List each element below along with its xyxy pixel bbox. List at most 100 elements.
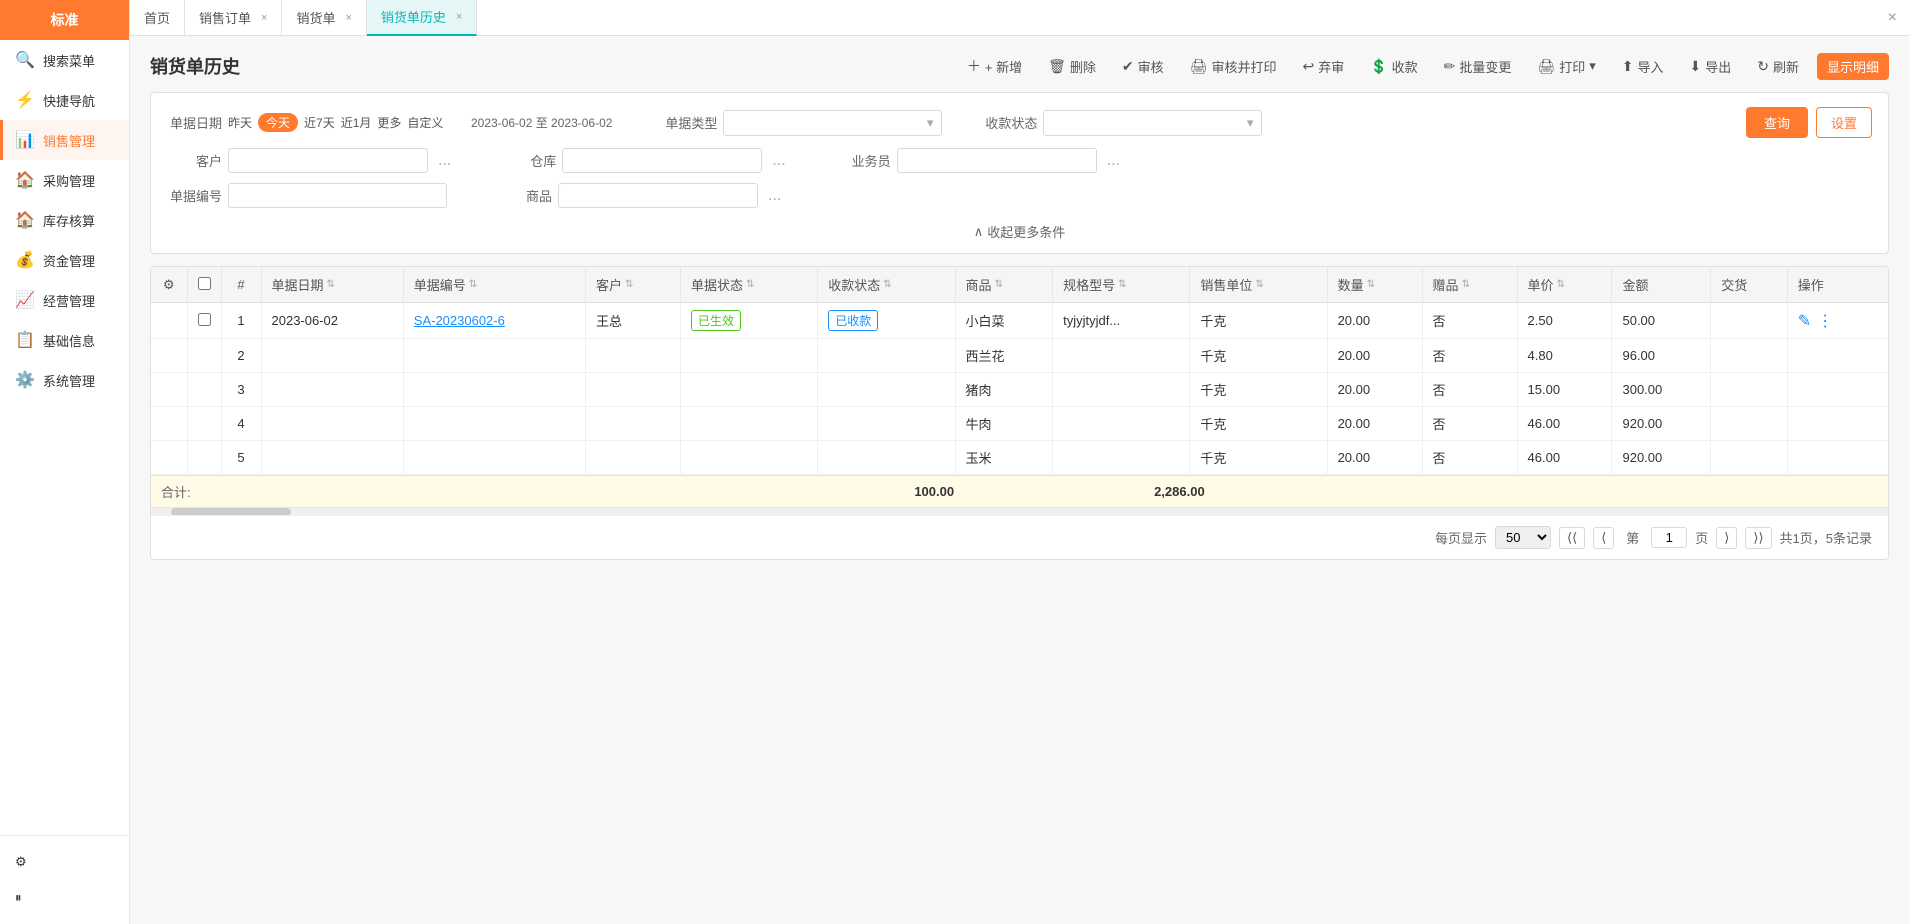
td-collect-status [818,407,955,441]
tab-sales-goods-history[interactable]: 销货单历史 × [367,0,477,36]
td-goods: 小白菜 [955,303,1053,339]
td-settings [151,407,187,441]
abandon-btn[interactable]: ↩ 弃审 [1294,53,1352,80]
warehouse-ellipsis[interactable]: ... [772,152,785,170]
shortcut-today[interactable]: 今天 [258,113,298,132]
sidebar-item-purchase-mgmt[interactable]: 🏠 采购管理 [0,160,129,200]
filter-customer-input[interactable] [228,148,428,173]
audit-print-btn[interactable]: 🖨 审核并打印 [1182,53,1285,80]
filter-docno-input[interactable] [228,183,447,208]
sidebar-item-sys-mgmt[interactable]: ⚙️ 系统管理 [0,360,129,400]
edit-action-btn[interactable]: ✎ [1798,313,1811,330]
sidebar-settings-btn[interactable]: ⚙ [0,844,129,880]
goods-ellipsis[interactable]: ... [768,187,781,205]
sidebar-item-basic-info[interactable]: 📋 基础信息 [0,320,129,360]
sidebar-item-quick-nav[interactable]: ⚡ 快捷导航 [0,80,129,120]
more-action-btn[interactable]: ⋮ [1817,313,1833,330]
filter-goods-input[interactable] [558,183,758,208]
th-qty[interactable]: 数量⇅ [1327,267,1422,303]
settings-bottom-icon: ⚙ [15,854,27,870]
sidebar-collapse-btn[interactable]: ⏸ [0,880,129,916]
td-goods: 西兰花 [955,339,1053,373]
tab-sales-order[interactable]: 销售订单 × [185,0,282,36]
tab-sales-order-close[interactable]: × [261,12,267,24]
td-checkbox [187,441,221,475]
import-btn[interactable]: ⬆ 导入 [1614,53,1672,80]
horizontal-scrollbar[interactable] [151,507,1888,515]
collect-icon: 💲 [1370,58,1387,75]
print-btn[interactable]: 🖨 打印 ▾ [1529,53,1603,80]
page-first-btn[interactable]: ⟨⟨ [1559,527,1585,549]
th-spec[interactable]: 规格型号⇅ [1053,267,1190,303]
td-customer: 王总 [586,303,681,339]
tab-home[interactable]: 首页 [130,0,185,36]
page-size-select[interactable]: 50 100 200 [1495,526,1551,549]
tab-sales-goods-close[interactable]: × [345,12,351,24]
shortcut-7days[interactable]: 近7天 [304,114,335,131]
th-goods[interactable]: 商品⇅ [955,267,1053,303]
sort-customer-icon: ⇅ [625,279,633,290]
audit-btn[interactable]: ✔ 审核 [1114,53,1172,80]
th-settings[interactable]: ⚙ [151,267,187,303]
tab-bar-close-btn[interactable]: × [1876,9,1909,27]
sidebar-item-finance[interactable]: 💰 资金管理 [0,240,129,280]
shortcut-1month[interactable]: 近1月 [341,114,372,131]
table-row: 4 牛肉 千克 20.00 否 46.00 920.00 [151,407,1888,441]
th-sales-unit[interactable]: 销售单位⇅ [1190,267,1327,303]
filter-docno-item: 单据编号 [167,183,447,208]
sort-spec-icon: ⇅ [1118,279,1126,290]
delete-btn[interactable]: 🗑 删除 [1040,53,1104,80]
th-collect-status[interactable]: 收款状态⇅ [818,267,955,303]
td-num: 1 [221,303,261,339]
th-unit-price[interactable]: 单价⇅ [1517,267,1612,303]
filter-warehouse-input[interactable] [562,148,762,173]
filter-salesman-input[interactable] [897,148,1097,173]
th-customer[interactable]: 客户⇅ [586,267,681,303]
print-icon: 🖨 [1537,58,1555,75]
shortcut-custom[interactable]: 自定义 [407,114,443,131]
page-next-btn[interactable]: ⟩ [1716,527,1737,549]
td-gift: 否 [1422,339,1517,373]
row-checkbox[interactable] [198,313,211,326]
page-size-label: 每页显示 [1435,528,1487,547]
sidebar-item-inventory[interactable]: 🏠 库存核算 [0,200,129,240]
shortcut-more[interactable]: 更多 [377,114,401,131]
page-number-input[interactable]: 1 [1651,527,1687,548]
salesman-ellipsis[interactable]: ... [1107,152,1120,170]
doc-no-link[interactable]: SA-20230602-6 [414,313,505,328]
tab-sales-goods-history-close[interactable]: × [456,11,462,23]
filter-collapse-btn[interactable]: ∧ 收起更多条件 [167,218,1872,245]
th-gift[interactable]: 赠品⇅ [1422,267,1517,303]
batch-change-icon: ✏ [1444,58,1456,75]
sidebar-item-search-menu[interactable]: 🔍 搜索菜单 [0,40,129,80]
batch-change-btn[interactable]: ✏ 批量变更 [1436,53,1520,80]
collect-btn[interactable]: 💲 收款 [1362,53,1425,80]
customer-ellipsis[interactable]: ... [438,152,451,170]
import-icon: ⬆ [1622,58,1634,75]
settings-filter-btn[interactable]: 设置 [1816,107,1872,138]
td-gift: 否 [1422,373,1517,407]
export-btn[interactable]: ⬇ 导出 [1681,53,1739,80]
show-detail-btn[interactable]: 显示明细 [1817,53,1889,80]
table-header-row: ⚙ # 单据日期⇅ 单据编号⇅ 客户⇅ 单据状态⇅ [151,267,1888,303]
tab-sales-goods[interactable]: 销货单 × [282,0,366,36]
sidebar-item-sales-mgmt[interactable]: 📊 销售管理 [0,120,129,160]
td-trade [1711,373,1787,407]
filter-collect-status-select[interactable]: ▾ [1043,110,1262,136]
new-btn[interactable]: ＋ + 新增 [959,52,1030,80]
shortcut-yesterday[interactable]: 昨天 [228,114,252,131]
td-date [261,441,403,475]
sort-collect-status-icon: ⇅ [883,279,891,290]
th-date[interactable]: 单据日期⇅ [261,267,403,303]
query-btn[interactable]: 查询 [1746,107,1808,138]
page-last-btn[interactable]: ⟩⟩ [1745,527,1771,549]
sidebar-item-ops[interactable]: 📈 经营管理 [0,280,129,320]
td-amount: 96.00 [1612,339,1711,373]
refresh-btn[interactable]: ↻ 刷新 [1749,53,1807,80]
th-doc-status[interactable]: 单据状态⇅ [681,267,818,303]
page-prev-btn[interactable]: ⟨ [1593,527,1614,549]
th-docno[interactable]: 单据编号⇅ [403,267,585,303]
select-all-checkbox[interactable] [198,277,211,290]
filter-doc-type-select[interactable]: ▾ [723,110,942,136]
doc-type-dropdown-icon: ▾ [927,115,934,131]
